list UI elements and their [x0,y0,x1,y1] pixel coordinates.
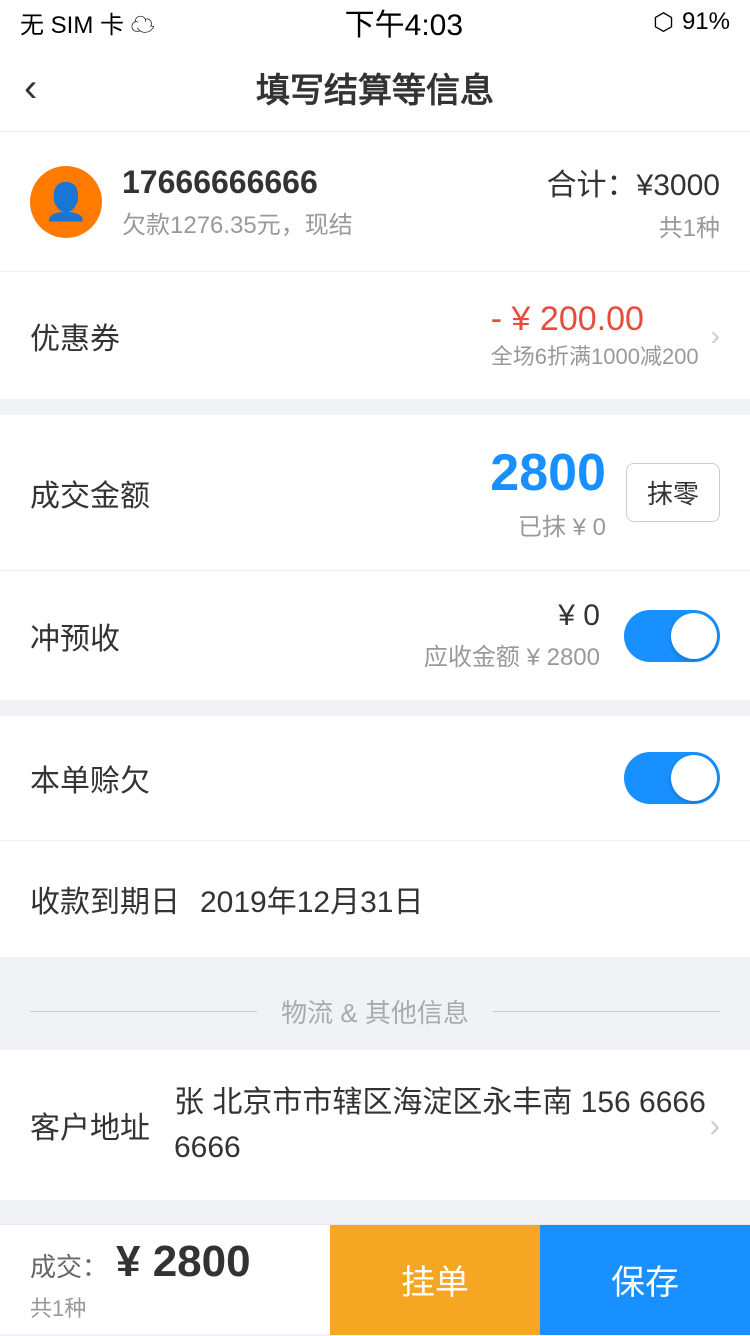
prepay-amount: ¥ 0 [424,599,600,633]
coupon-row[interactable]: 优惠券 - ¥ 200.00 全场6折满1000减200 › [0,271,750,399]
customer-left: 👤 17666666666 欠款1276.35元，现结 [30,164,353,240]
amount-value: 2800 [490,443,606,503]
prepay-total: 应收金额 ¥ 2800 [424,637,600,672]
bottom-summary-top: 成交： ¥ 2800 [30,1237,300,1287]
customer-debt: 欠款1276.35元，现结 [122,205,353,240]
address-row[interactable]: 客户地址 张 北京市市辖区海淀区永丰南 156 6666 6666 › [0,1050,750,1200]
bottom-summary-count: 共1种 [30,1291,300,1323]
address-section: 客户地址 张 北京市市辖区海淀区永丰南 156 6666 6666 › [0,1050,750,1200]
prepay-toggle[interactable] [624,610,720,662]
avatar-icon: 👤 [44,181,89,223]
back-button[interactable]: ‹ [24,68,37,108]
logistics-divider: 物流 & 其他信息 [0,973,750,1050]
debt-section: 本单赊欠 收款到期日 2019年12月31日 [0,716,750,957]
amount-label: 成交金额 [30,471,150,515]
no-sim-text: 无 SIM 卡 ☁ [20,5,155,40]
coupon-discount: - ¥ 200.00 [491,300,699,339]
debt-row: 本单赊欠 [0,716,750,840]
round-button[interactable]: 抹零 [626,463,720,522]
amount-sub: 已抹 ¥ 0 [490,507,606,542]
address-chevron-icon: › [709,1107,720,1144]
logistics-divider-inner: 物流 & 其他信息 [30,993,720,1030]
battery-icon: ⬡ [653,8,674,37]
status-time: 下午4:03 [345,0,463,44]
debt-label: 本单赊欠 [30,756,150,800]
customer-section: 👤 17666666666 欠款1276.35元，现结 合计：¥3000 共1种… [0,132,750,399]
customer-phone: 17666666666 [122,164,353,201]
bottom-summary: 成交： ¥ 2800 共1种 [0,1237,330,1323]
avatar: 👤 [30,166,102,238]
duedate-label: 收款到期日 [30,877,180,921]
divider-line-right [493,1011,720,1012]
amount-row: 成交金额 2800 已抹 ¥ 0 抹零 [0,415,750,570]
debt-toggle[interactable] [624,752,720,804]
address-value: 张 北京市市辖区海淀区永丰南 156 6666 6666 [174,1080,709,1170]
coupon-right: - ¥ 200.00 全场6折满1000减200 › [491,300,720,371]
duedate-value: 2019年12月31日 [200,877,423,921]
battery-percent: 91% [682,8,730,36]
customer-right: 合计：¥3000 共1种 [547,160,720,243]
bottom-summary-label: 成交： [30,1247,108,1284]
coupon-desc: 全场6折满1000减200 [491,339,699,371]
total-amount: 合计：¥3000 [547,160,720,204]
amount-section: 成交金额 2800 已抹 ¥ 0 抹零 冲预收 ¥ 0 应收金额 ¥ 2800 [0,415,750,700]
toggle-thumb [671,613,717,659]
coupon-label: 优惠券 [30,314,120,358]
status-left: 无 SIM 卡 ☁ [20,5,155,40]
amount-right: 2800 已抹 ¥ 0 抹零 [490,443,720,542]
chevron-right-icon: › [711,320,720,352]
customer-info: 17666666666 欠款1276.35元，现结 [122,164,353,240]
status-bar: 无 SIM 卡 ☁ 下午4:03 ⬡ 91% [0,0,750,44]
hold-button[interactable]: 挂单 [330,1225,540,1335]
customer-row: 👤 17666666666 欠款1276.35元，现结 合计：¥3000 共1种 [0,132,750,271]
save-button[interactable]: 保存 [540,1225,750,1335]
debt-toggle-thumb [671,755,717,801]
logistics-label: 物流 & 其他信息 [281,993,469,1030]
prepay-row: 冲预收 ¥ 0 应收金额 ¥ 2800 [0,570,750,700]
duedate-row: 收款到期日 2019年12月31日 [0,840,750,957]
prepay-amount-wrap: ¥ 0 应收金额 ¥ 2800 [424,599,600,672]
page-title: 填写结算等信息 [256,63,494,112]
bottom-summary-amount: ¥ 2800 [116,1237,251,1287]
address-label: 客户地址 [30,1103,150,1147]
nav-bar: ‹ 填写结算等信息 [0,44,750,132]
prepay-right: ¥ 0 应收金额 ¥ 2800 [424,599,720,672]
total-count: 共1种 [547,208,720,243]
prepay-label: 冲预收 [30,614,120,658]
divider-line-left [30,1011,257,1012]
status-right: ⬡ 91% [653,8,730,37]
bottom-bar: 成交： ¥ 2800 共1种 挂单 保存 [0,1224,750,1334]
